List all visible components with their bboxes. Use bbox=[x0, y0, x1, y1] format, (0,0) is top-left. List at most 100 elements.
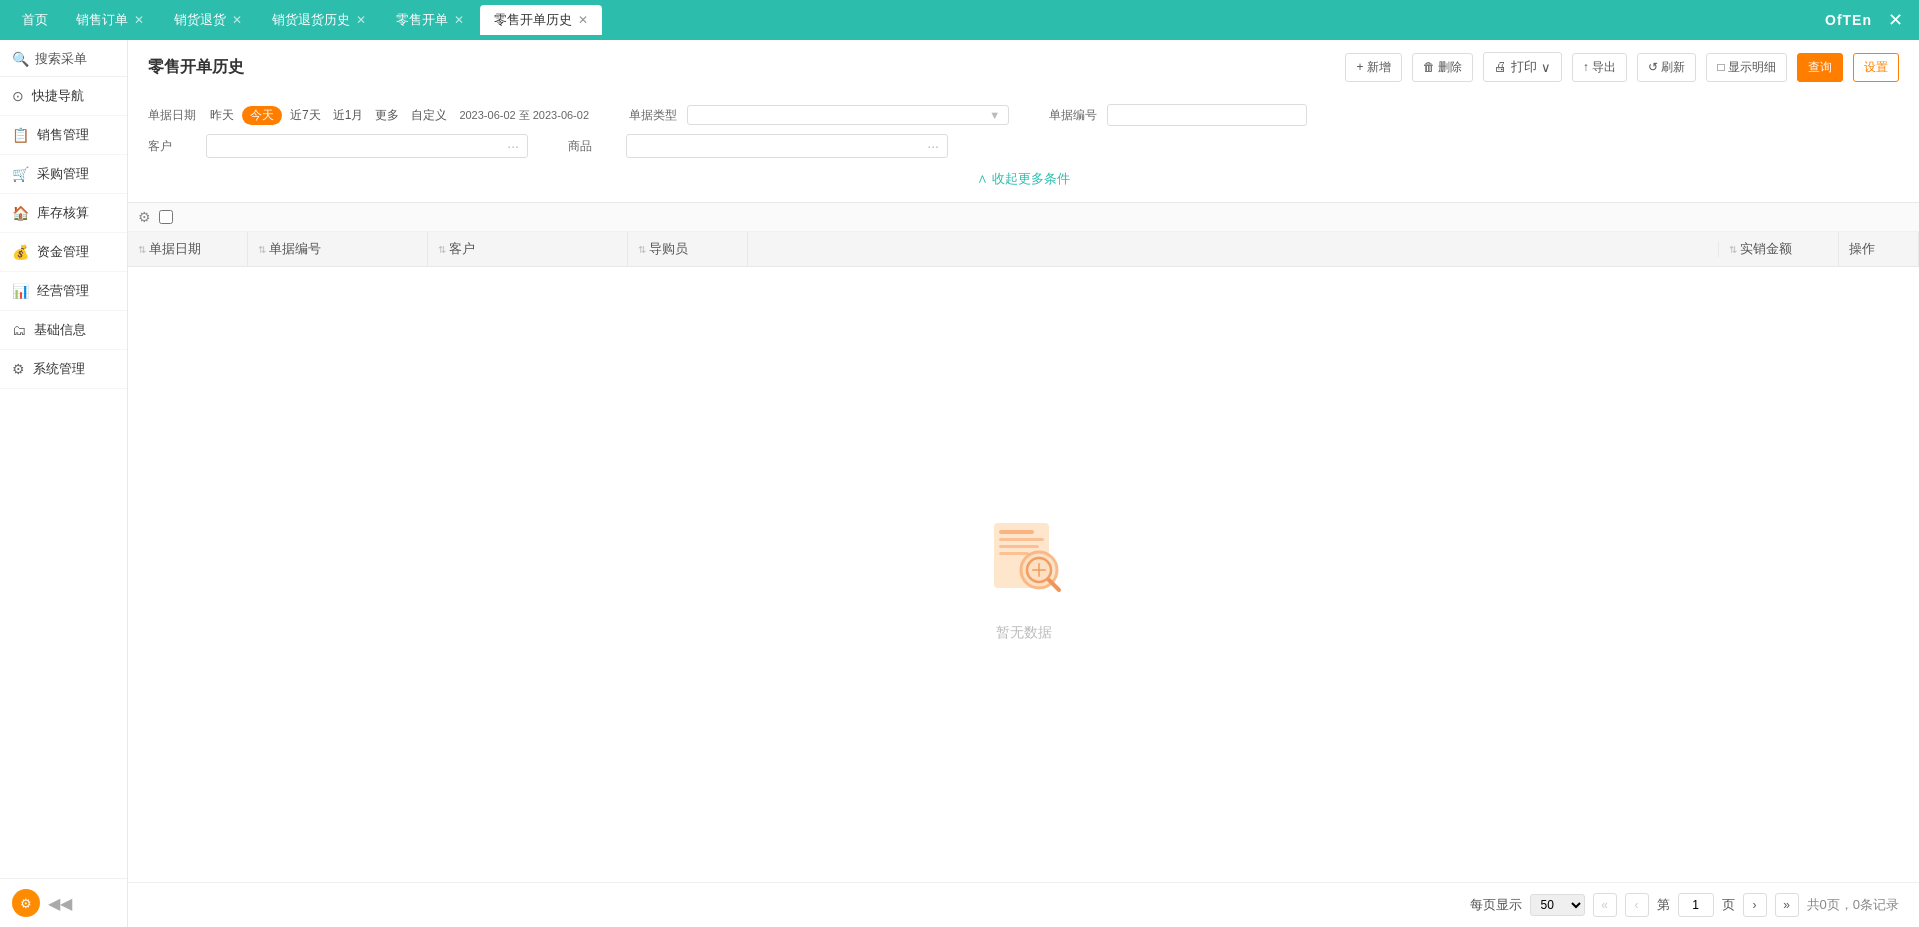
sidebar-item-label: 经营管理 bbox=[37, 282, 89, 300]
sort-icon: ⇅ bbox=[1729, 244, 1737, 255]
table-toolbar: ⚙ bbox=[128, 203, 1919, 232]
tab-bar: 首页 销售订单 ✕ 销货退货 ✕ 销货退货历史 ✕ 零售开单 ✕ 零售开单历史 … bbox=[0, 0, 1919, 40]
current-page-input[interactable] bbox=[1678, 893, 1714, 917]
table-settings-icon[interactable]: ⚙ bbox=[138, 209, 151, 225]
empty-area: 暂无数据 bbox=[128, 267, 1919, 882]
quick-nav-icon: ⊙ bbox=[12, 88, 24, 104]
yesterday-shortcut[interactable]: 昨天 bbox=[206, 106, 238, 125]
no-input-wrap bbox=[1107, 104, 1307, 126]
th-customer[interactable]: ⇅ 客户 bbox=[428, 232, 628, 266]
th-guide-label: 导购员 bbox=[649, 240, 688, 258]
select-all-checkbox[interactable] bbox=[159, 210, 173, 224]
delete-button[interactable]: 🗑 删除 bbox=[1412, 53, 1473, 82]
th-date-label: 单据日期 bbox=[149, 240, 201, 258]
custom-shortcut[interactable]: 自定义 bbox=[407, 106, 451, 125]
settings-button[interactable]: 设置 bbox=[1853, 53, 1899, 82]
settings-button[interactable]: ⚙ bbox=[12, 889, 40, 917]
goods-input-wrap[interactable]: ··· bbox=[626, 134, 948, 158]
page-title: 零售开单历史 bbox=[148, 57, 244, 78]
sort-icon: ⇅ bbox=[438, 244, 446, 255]
tab-close-sales-return-history[interactable]: ✕ bbox=[356, 13, 366, 27]
sidebar-item-label: 销售管理 bbox=[37, 126, 89, 144]
date-shortcuts: 昨天 今天 近7天 近1月 更多 自定义 2023-06-02 至 2023-0… bbox=[206, 106, 589, 125]
tab-close-retail-open-history[interactable]: ✕ bbox=[578, 13, 588, 27]
th-op-label: 操作 bbox=[1849, 240, 1875, 258]
print-button[interactable]: 🖨 打印 ∨ bbox=[1483, 52, 1562, 82]
search-icon: 🔍 bbox=[12, 51, 29, 67]
customer-label: 客户 bbox=[148, 138, 198, 155]
sidebar-item-purchase-mgmt[interactable]: 🛒 采购管理 bbox=[0, 155, 127, 194]
content-area: 零售开单历史 + 新增 🗑 删除 🖨 打印 ∨ ↑ 导出 ↺ 刷新 □ 显示明细… bbox=[128, 40, 1919, 927]
sidebar-item-label: 采购管理 bbox=[37, 165, 89, 183]
export-button[interactable]: ↑ 导出 bbox=[1572, 53, 1627, 82]
brand-text: OfTEn bbox=[1825, 12, 1872, 28]
inventory-icon: 🏠 bbox=[12, 205, 29, 221]
sidebar-item-basic-info[interactable]: 🗂 基础信息 bbox=[0, 311, 127, 350]
more-shortcut[interactable]: 更多 bbox=[371, 106, 403, 125]
th-guide[interactable]: ⇅ 导购员 bbox=[628, 232, 748, 266]
sort-icon: ⇅ bbox=[138, 244, 146, 255]
tab-sales-return-history[interactable]: 销货退货历史 ✕ bbox=[258, 5, 380, 35]
refresh-button[interactable]: ↺ 刷新 bbox=[1637, 53, 1696, 82]
th-no-label: 单据编号 bbox=[269, 240, 321, 258]
svg-rect-2 bbox=[999, 538, 1044, 541]
sidebar-item-label: 资金管理 bbox=[37, 243, 89, 261]
prev-page-button[interactable]: ‹ bbox=[1625, 893, 1649, 917]
tab-close-sales-return[interactable]: ✕ bbox=[232, 13, 242, 27]
tab-retail-open-history[interactable]: 零售开单历史 ✕ bbox=[480, 5, 602, 35]
tab-close-sales-order[interactable]: ✕ bbox=[134, 13, 144, 27]
add-button[interactable]: + 新增 bbox=[1345, 53, 1401, 82]
first-page-button[interactable]: « bbox=[1593, 893, 1617, 917]
type-select-arrow: ▼ bbox=[989, 109, 1000, 121]
content-header: 零售开单历史 + 新增 🗑 删除 🖨 打印 ∨ ↑ 导出 ↺ 刷新 □ 显示明细… bbox=[128, 40, 1919, 203]
sidebar-item-finance[interactable]: 💰 资金管理 bbox=[0, 233, 127, 272]
window-close-button[interactable]: ✕ bbox=[1880, 9, 1911, 31]
today-shortcut[interactable]: 今天 bbox=[242, 106, 282, 125]
last-page-button[interactable]: » bbox=[1775, 893, 1799, 917]
sidebar: 🔍 搜索采单 ⊙ 快捷导航 📋 销售管理 🛒 采购管理 🏠 库存核算 💰 资金管… bbox=[0, 40, 128, 927]
sort-icon: ⇅ bbox=[258, 244, 266, 255]
customer-input-wrap[interactable]: ··· bbox=[206, 134, 528, 158]
customer-dots: ··· bbox=[507, 138, 519, 154]
sidebar-item-label: 基础信息 bbox=[34, 321, 86, 339]
sidebar-item-label: 快捷导航 bbox=[32, 87, 84, 105]
no-label: 单据编号 bbox=[1049, 107, 1099, 124]
tab-retail-open[interactable]: 零售开单 ✕ bbox=[382, 5, 478, 35]
type-select[interactable]: ▼ bbox=[687, 105, 1009, 125]
date-range-display: 2023-06-02 至 2023-06-02 bbox=[459, 108, 589, 123]
sidebar-item-operations[interactable]: 📊 经营管理 bbox=[0, 272, 127, 311]
1month-shortcut[interactable]: 近1月 bbox=[329, 106, 368, 125]
tab-bar-right: OfTEn ✕ bbox=[1825, 9, 1911, 31]
7days-shortcut[interactable]: 近7天 bbox=[286, 106, 325, 125]
pagination: 每页显示 10 20 50 100 « ‹ 第 页 › » 共0页，0条记录 bbox=[128, 882, 1919, 927]
sidebar-search-label: 搜索采单 bbox=[35, 50, 87, 68]
sidebar-item-sales-mgmt[interactable]: 📋 销售管理 bbox=[0, 116, 127, 155]
tab-home[interactable]: 首页 bbox=[8, 11, 62, 29]
date-label: 单据日期 bbox=[148, 107, 198, 124]
page-label-before: 第 bbox=[1657, 896, 1670, 914]
toolbar: + 新增 🗑 删除 🖨 打印 ∨ ↑ 导出 ↺ 刷新 □ 显示明细 查询 设置 bbox=[1345, 52, 1899, 82]
page-size-select[interactable]: 10 20 50 100 bbox=[1530, 894, 1585, 916]
collapse-sidebar-button[interactable]: ◀◀ bbox=[48, 894, 72, 913]
collapse-button[interactable]: ∧ 收起更多条件 bbox=[148, 166, 1899, 192]
sales-mgmt-icon: 📋 bbox=[12, 127, 29, 143]
query-button[interactable]: 查询 bbox=[1797, 53, 1843, 82]
sidebar-search[interactable]: 🔍 搜索采单 bbox=[0, 40, 127, 77]
sidebar-item-inventory[interactable]: 🏠 库存核算 bbox=[0, 194, 127, 233]
th-no[interactable]: ⇅ 单据编号 bbox=[248, 232, 428, 266]
sidebar-item-system-mgmt[interactable]: ⚙ 系统管理 bbox=[0, 350, 127, 389]
th-amount[interactable]: ⇅ 实销金额 bbox=[1719, 232, 1839, 266]
display-detail-button[interactable]: □ 显示明细 bbox=[1706, 53, 1787, 82]
no-input[interactable] bbox=[1116, 108, 1298, 122]
empty-illustration bbox=[974, 508, 1074, 608]
th-op: 操作 bbox=[1839, 232, 1919, 266]
th-date[interactable]: ⇅ 单据日期 bbox=[128, 232, 248, 266]
collapse-label: ∧ 收起更多条件 bbox=[977, 170, 1070, 188]
tab-close-retail-open[interactable]: ✕ bbox=[454, 13, 464, 27]
tab-sales-order[interactable]: 销售订单 ✕ bbox=[62, 5, 158, 35]
tab-sales-return[interactable]: 销货退货 ✕ bbox=[160, 5, 256, 35]
type-label: 单据类型 bbox=[629, 107, 679, 124]
next-page-button[interactable]: › bbox=[1743, 893, 1767, 917]
th-spacer bbox=[748, 241, 1719, 257]
sidebar-item-quick-nav[interactable]: ⊙ 快捷导航 bbox=[0, 77, 127, 116]
